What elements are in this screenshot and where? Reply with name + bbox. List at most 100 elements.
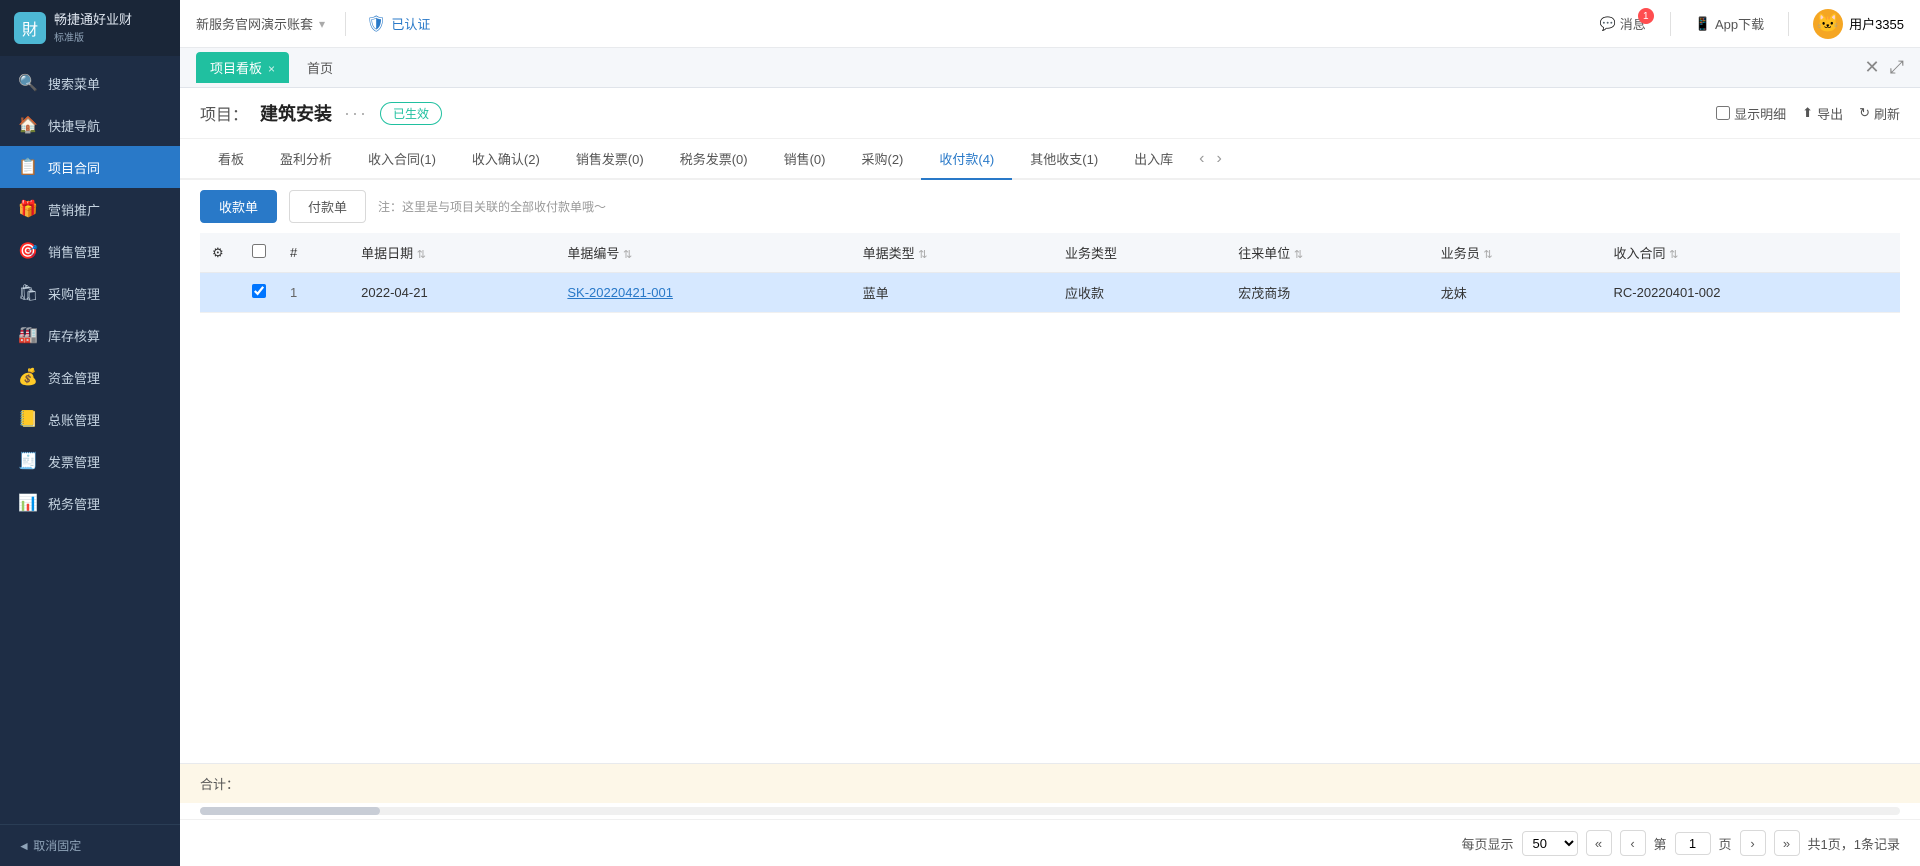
- code-link-0[interactable]: SK-20220421-001: [567, 285, 673, 300]
- messages-button[interactable]: 💬 消息 1: [1600, 14, 1646, 33]
- maximize-window-icon[interactable]: ⤢: [1890, 57, 1904, 78]
- tab-close-1[interactable]: ×: [268, 62, 275, 76]
- messages-badge: 1: [1638, 8, 1654, 24]
- page-label: 第: [1654, 834, 1667, 853]
- sub-tab-8[interactable]: 收付款(4): [921, 139, 1012, 180]
- app-download-button[interactable]: 📱 App下载: [1695, 14, 1764, 33]
- page-input[interactable]: [1675, 832, 1711, 855]
- sub-tabs-prev-arrow[interactable]: ‹: [1195, 146, 1208, 172]
- sub-tab-6[interactable]: 销售(0): [766, 139, 844, 180]
- th-type[interactable]: 单据类型 ⇅: [851, 233, 1053, 273]
- cell-biz-type-0: 应收款: [1053, 273, 1226, 313]
- sidebar-icon-0: 🔍: [18, 73, 38, 93]
- next-page-button[interactable]: ›: [1740, 830, 1766, 856]
- account-name: 新服务官网演示账套: [196, 14, 313, 33]
- page-suffix: 页: [1719, 834, 1732, 853]
- select-all-checkbox[interactable]: [252, 244, 266, 258]
- table-row[interactable]: 1 2022-04-21 SK-20220421-001 蓝单 应收款 宏茂商场…: [200, 273, 1900, 313]
- sidebar-item-1[interactable]: 🏠 快捷导航: [0, 104, 180, 146]
- content-area: 项目： 建筑安装 ··· 已生效 显示明细 ⬆ 导出 ↻ 刷新 看板盈利分析: [180, 88, 1920, 866]
- sidebar-item-7[interactable]: 💰 资金管理: [0, 356, 180, 398]
- sidebar-label-0: 搜索菜单: [48, 74, 100, 93]
- sidebar-label-9: 发票管理: [48, 452, 100, 471]
- main-area: 新服务官网演示账套 ▾ 🛡 已认证 💬 消息 1 📱 App下载 🐱 用户335…: [180, 0, 1920, 866]
- unpin-label: ◄ 取消固定: [18, 837, 81, 854]
- filter-bar: 收款单 付款单 注：这里是与项目关联的全部收付款单哦～: [180, 180, 1920, 233]
- sidebar-icon-9: 🧾: [18, 451, 38, 471]
- th-partner[interactable]: 往来单位 ⇅: [1226, 233, 1428, 273]
- topbar: 新服务官网演示账套 ▾ 🛡 已认证 💬 消息 1 📱 App下载 🐱 用户335…: [180, 0, 1920, 48]
- sidebar-label-6: 库存核算: [48, 326, 100, 345]
- table-header-row: ⚙ # 单据日期 ⇅ 单据编号 ⇅ 单据类型 ⇅ 业务类型 往来单位 ⇅ 业务员…: [200, 233, 1900, 273]
- sidebar: 財 畅捷通好业财 标准版 🔍 搜索菜单 🏠 快捷导航 📋 项目合同 🎁 营销推广…: [0, 0, 180, 866]
- sub-tab-4[interactable]: 销售发票(0): [558, 139, 662, 180]
- sidebar-item-10[interactable]: 📊 税务管理: [0, 482, 180, 524]
- total-info: 共1页，1条记录: [1808, 834, 1900, 853]
- project-more-button[interactable]: ···: [344, 103, 368, 124]
- receipts-filter-button[interactable]: 收款单: [200, 190, 277, 223]
- tab-1[interactable]: 项目看板×: [196, 52, 289, 83]
- first-page-button[interactable]: «: [1586, 830, 1612, 856]
- app-version: 标准版: [54, 29, 132, 44]
- topbar-divider2: [1670, 12, 1671, 36]
- last-page-button[interactable]: »: [1774, 830, 1800, 856]
- username: 用户3355: [1849, 14, 1904, 33]
- sidebar-icon-10: 📊: [18, 493, 38, 513]
- sidebar-icon-4: 🎯: [18, 241, 38, 261]
- sidebar-footer[interactable]: ◄ 取消固定: [0, 824, 180, 866]
- sub-tab-1[interactable]: 盈利分析: [262, 139, 350, 180]
- close-window-icon[interactable]: ✕: [1865, 57, 1880, 78]
- refresh-button[interactable]: ↻ 刷新: [1859, 104, 1900, 123]
- sub-tab-7[interactable]: 采购(2): [843, 139, 921, 180]
- cell-check-0[interactable]: [240, 273, 278, 313]
- payments-filter-button[interactable]: 付款单: [289, 190, 366, 223]
- cell-code-0[interactable]: SK-20220421-001: [555, 273, 850, 313]
- th-settings[interactable]: ⚙: [200, 233, 240, 273]
- table-wrapper: ⚙ # 单据日期 ⇅ 单据编号 ⇅ 单据类型 ⇅ 业务类型 往来单位 ⇅ 业务员…: [180, 233, 1920, 763]
- th-date[interactable]: 单据日期 ⇅: [349, 233, 555, 273]
- total-row: 合计：: [180, 763, 1920, 803]
- page-size-label: 每页显示: [1461, 834, 1513, 853]
- sidebar-header: 財 畅捷通好业财 标准版: [0, 0, 180, 56]
- show-detail-input[interactable]: [1716, 106, 1730, 120]
- th-salesperson[interactable]: 业务员 ⇅: [1429, 233, 1602, 273]
- export-button[interactable]: ⬆ 导出: [1802, 104, 1843, 123]
- project-name: 建筑安装: [260, 100, 332, 126]
- horizontal-scrollbar[interactable]: [200, 807, 1900, 815]
- date-sort-icon: ⇅: [417, 249, 426, 261]
- scroll-thumb[interactable]: [200, 807, 380, 815]
- tab-0[interactable]: 首页: [293, 52, 347, 83]
- sidebar-item-3[interactable]: 🎁 营销推广: [0, 188, 180, 230]
- sub-tab-10[interactable]: 出入库: [1116, 139, 1191, 180]
- sub-tab-0[interactable]: 看板: [200, 139, 262, 180]
- sub-tab-2[interactable]: 收入合同(1): [350, 139, 454, 180]
- cell-type-0: 蓝单: [851, 273, 1053, 313]
- message-icon: 💬: [1600, 16, 1616, 32]
- sidebar-item-9[interactable]: 🧾 发票管理: [0, 440, 180, 482]
- sidebar-item-8[interactable]: 📒 总账管理: [0, 398, 180, 440]
- prev-page-button[interactable]: ‹: [1620, 830, 1646, 856]
- sub-tab-5[interactable]: 税务发票(0): [662, 139, 766, 180]
- topbar-divider: [345, 12, 346, 36]
- sidebar-item-6[interactable]: 🏭 库存核算: [0, 314, 180, 356]
- show-detail-checkbox[interactable]: 显示明细: [1716, 104, 1786, 123]
- sidebar-icon-1: 🏠: [18, 115, 38, 135]
- user-menu[interactable]: 🐱 用户3355: [1813, 9, 1904, 39]
- sub-tab-3[interactable]: 收入确认(2): [454, 139, 558, 180]
- th-code[interactable]: 单据编号 ⇅: [555, 233, 850, 273]
- th-check[interactable]: [240, 233, 278, 273]
- th-contract[interactable]: 收入合同 ⇅: [1602, 233, 1900, 273]
- sidebar-icon-8: 📒: [18, 409, 38, 429]
- sub-tab-9[interactable]: 其他收支(1): [1012, 139, 1116, 180]
- page-size-select[interactable]: 50 100 200: [1522, 831, 1578, 856]
- scroll-bar-row: [180, 803, 1920, 819]
- sub-tabs-next-arrow[interactable]: ›: [1213, 146, 1226, 172]
- sidebar-item-4[interactable]: 🎯 销售管理: [0, 230, 180, 272]
- partner-sort-icon: ⇅: [1294, 249, 1303, 261]
- sidebar-label-7: 资金管理: [48, 368, 100, 387]
- row-checkbox-0[interactable]: [252, 284, 266, 298]
- sidebar-item-5[interactable]: 🛍 采购管理: [0, 272, 180, 314]
- sidebar-item-0[interactable]: 🔍 搜索菜单: [0, 62, 180, 104]
- account-switcher[interactable]: 新服务官网演示账套 ▾: [196, 14, 325, 33]
- sidebar-item-2[interactable]: 📋 项目合同: [0, 146, 180, 188]
